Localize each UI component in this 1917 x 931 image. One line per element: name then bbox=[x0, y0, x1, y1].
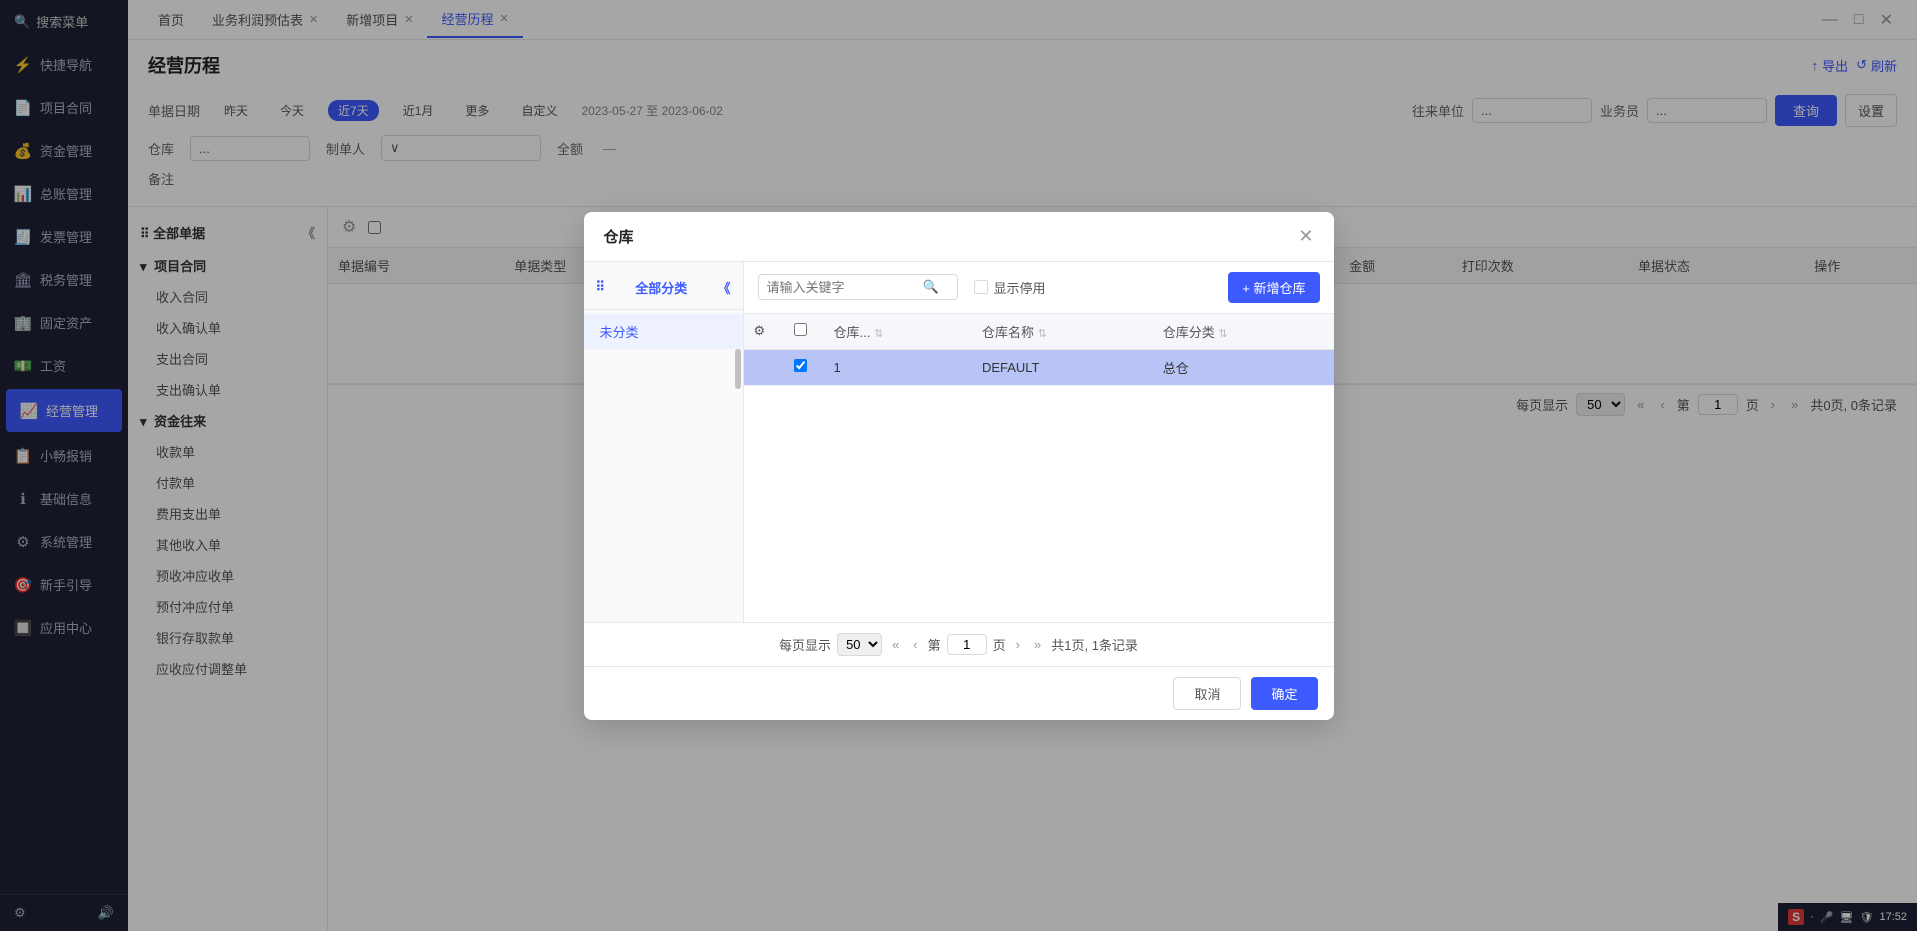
scrollbar-thumb[interactable] bbox=[735, 349, 741, 389]
modal-table-area: ⚙ 仓库... ⇅ 仓库名称 bbox=[744, 314, 1334, 622]
modal-pagination: 每页显示 50 « ‹ 第 页 › » 共1页, 1条记录 bbox=[600, 633, 1318, 656]
modal-next-page[interactable]: › bbox=[1012, 635, 1024, 654]
modal-overlay: 仓库 ✕ ⠿ 全部分类 《 未分类 bbox=[0, 0, 1917, 931]
col-warehouse-name: 仓库名称 ⇅ bbox=[972, 314, 1153, 350]
modal-header: 仓库 ✕ bbox=[584, 212, 1334, 262]
modal-right-panel: 🔍 显示停用 + 新增仓库 bbox=[744, 262, 1334, 622]
row-code: DEFAULT bbox=[972, 349, 1153, 385]
modal-page-unit: 页 bbox=[993, 635, 1006, 654]
show-disabled-checkbox[interactable] bbox=[974, 280, 988, 294]
modal-all-categories[interactable]: ⠿ 全部分类 《 bbox=[584, 270, 743, 305]
modal-page-label: 第 bbox=[928, 635, 941, 654]
uncat-label: 未分类 bbox=[600, 325, 639, 340]
modal-body: ⠿ 全部分类 《 未分类 bbox=[584, 262, 1334, 622]
modal-page-input[interactable] bbox=[947, 634, 987, 655]
divider bbox=[584, 309, 743, 310]
col-warehouse-cat: 仓库分类 ⇅ bbox=[1153, 314, 1334, 350]
modal-title: 仓库 bbox=[604, 226, 634, 247]
show-disabled-toggle[interactable]: 显示停用 bbox=[974, 278, 1046, 297]
grid-icon-modal: ⠿ bbox=[596, 279, 606, 295]
modal-footer: 每页显示 50 « ‹ 第 页 › » 共1页, 1条记录 bbox=[584, 622, 1334, 666]
col-warehouse-code: 仓库... ⇅ bbox=[824, 314, 972, 350]
modal-per-page-select[interactable]: 50 bbox=[837, 633, 882, 656]
modal-close-button[interactable]: ✕ bbox=[1298, 226, 1313, 247]
col-name-label: 仓库名称 bbox=[982, 325, 1034, 340]
col-cat-label: 仓库分类 bbox=[1163, 325, 1215, 340]
show-disabled-label: 显示停用 bbox=[994, 278, 1046, 297]
modal-last-page[interactable]: » bbox=[1030, 635, 1045, 654]
modal-first-page[interactable]: « bbox=[888, 635, 903, 654]
col-check bbox=[784, 314, 824, 350]
modal-toolbar: 🔍 显示停用 + 新增仓库 bbox=[744, 262, 1334, 314]
modal-total: 共1页, 1条记录 bbox=[1051, 635, 1138, 654]
col-code-label: 仓库... bbox=[834, 325, 871, 340]
sort-code-icon[interactable]: ⇅ bbox=[874, 328, 883, 340]
modal-search-box[interactable]: 🔍 bbox=[758, 274, 958, 300]
sort-cat-icon[interactable]: ⇅ bbox=[1218, 328, 1227, 340]
warehouse-modal: 仓库 ✕ ⠿ 全部分类 《 未分类 bbox=[584, 212, 1334, 720]
modal-actions: 取消 确定 bbox=[584, 666, 1334, 720]
collapse-icon[interactable]: 《 bbox=[717, 278, 730, 297]
cancel-button[interactable]: 取消 bbox=[1173, 677, 1241, 710]
modal-prev-page[interactable]: ‹ bbox=[909, 635, 921, 654]
row-name: 总仓 bbox=[1153, 349, 1334, 385]
modal-left-panel: ⠿ 全部分类 《 未分类 bbox=[584, 262, 744, 622]
all-categories-label: 全部分类 bbox=[635, 278, 687, 297]
modal-table: ⚙ 仓库... ⇅ 仓库名称 bbox=[744, 314, 1334, 386]
modal-left-item-uncat[interactable]: 未分类 bbox=[584, 314, 743, 349]
search-icon-modal: 🔍 bbox=[923, 279, 939, 295]
modal-select-all[interactable] bbox=[794, 323, 807, 336]
confirm-button[interactable]: 确定 bbox=[1251, 677, 1317, 710]
settings-icon-col[interactable]: ⚙ bbox=[754, 323, 766, 338]
row-checkbox[interactable] bbox=[794, 359, 807, 372]
row-settings bbox=[744, 349, 784, 385]
table-row[interactable]: 1 DEFAULT 总仓 bbox=[744, 349, 1334, 385]
row-check[interactable] bbox=[784, 349, 824, 385]
col-settings: ⚙ bbox=[744, 314, 784, 350]
modal-per-page-label: 每页显示 bbox=[779, 635, 831, 654]
add-warehouse-button[interactable]: + 新增仓库 bbox=[1228, 272, 1319, 303]
sort-name-icon[interactable]: ⇅ bbox=[1038, 328, 1047, 340]
row-id: 1 bbox=[824, 349, 972, 385]
modal-search-input[interactable] bbox=[767, 280, 917, 295]
